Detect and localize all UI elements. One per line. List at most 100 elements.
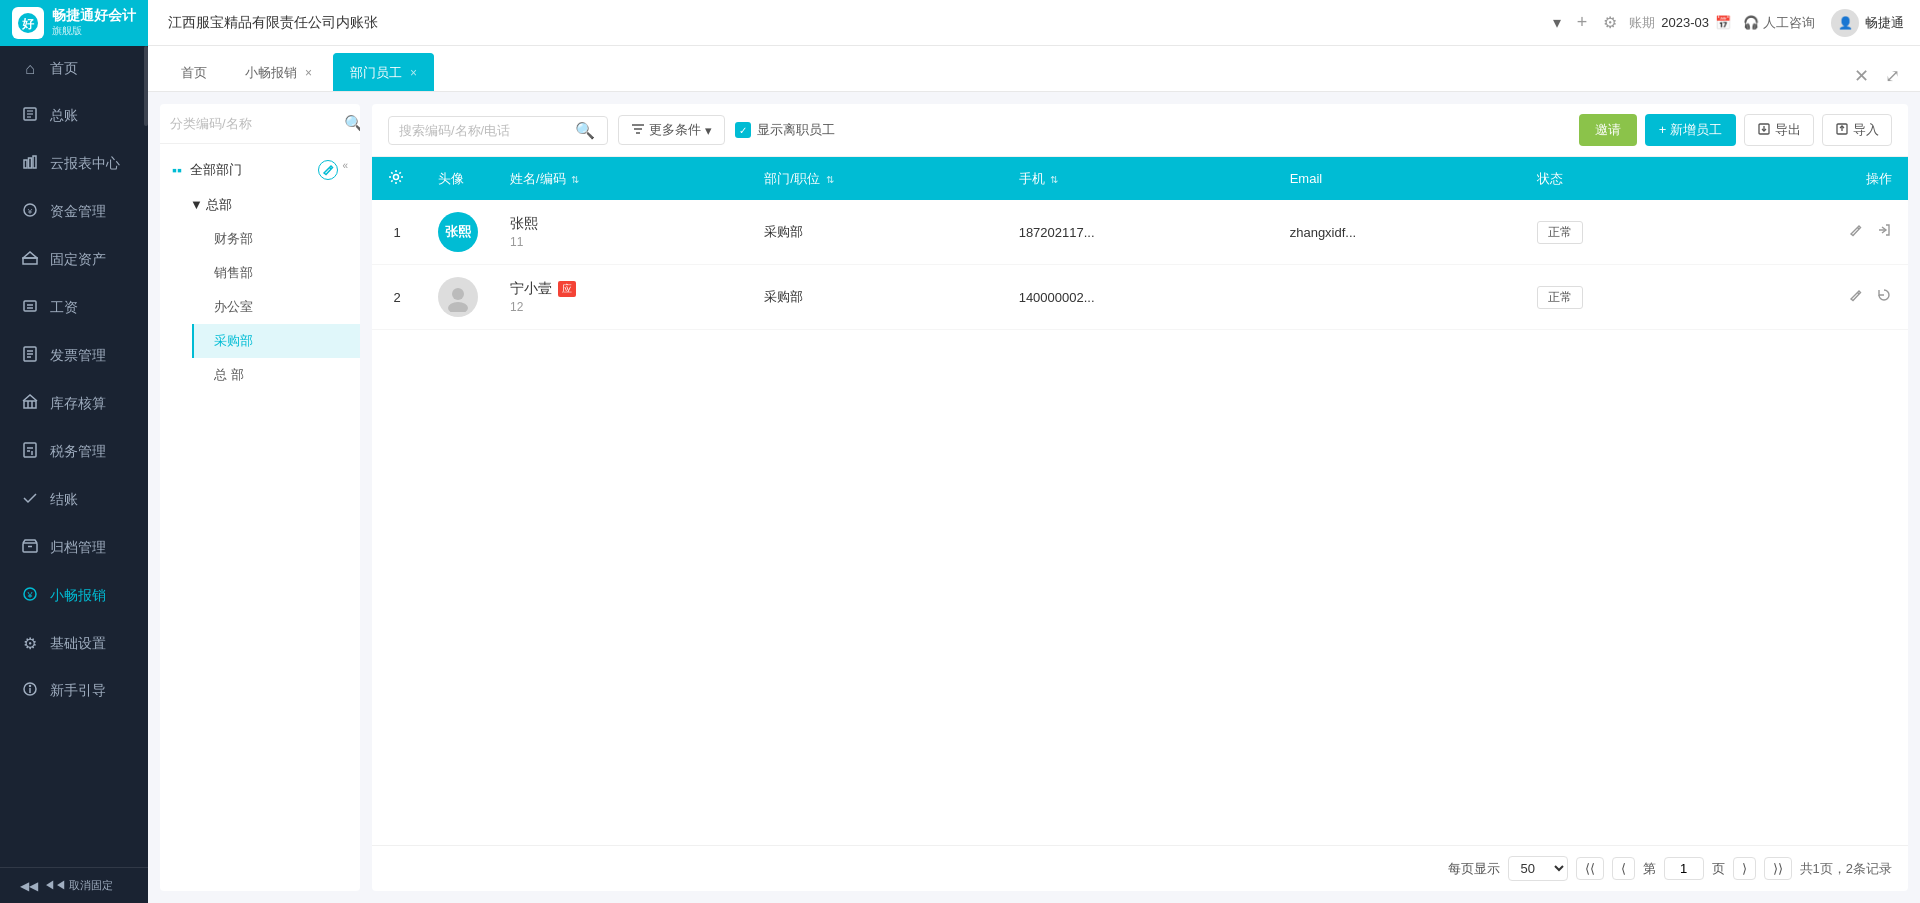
dept-search-input[interactable]	[170, 116, 338, 131]
phone-sort-icon[interactable]: ⇅	[1050, 174, 1058, 185]
next-page-button[interactable]: ⟩	[1733, 857, 1756, 880]
row2-name-cell: 宁小壹 应 12	[494, 265, 748, 330]
top-bar: 好 畅捷通好会计 旗舰版 江西服宝精品有限责任公司内账张 ▾ + ⚙ 账期 20…	[0, 0, 1920, 46]
sidebar-item-assets[interactable]: 固定资产	[0, 236, 148, 284]
th-phone[interactable]: 手机 ⇅	[1003, 157, 1274, 200]
sidebar-item-guide[interactable]: 新手引导	[0, 667, 148, 715]
unpin-icon: ◀◀	[20, 879, 38, 893]
tab-home[interactable]: 首页	[164, 53, 224, 91]
sidebar-item-archive[interactable]: 归档管理	[0, 524, 148, 572]
dept-item-office[interactable]: 办公室	[192, 290, 360, 324]
dept-item-general[interactable]: 总 部	[192, 358, 360, 392]
dept-item-purchase[interactable]: 采购部	[192, 324, 360, 358]
add-company-button[interactable]: +	[1573, 0, 1592, 46]
name-sort-icon[interactable]: ⇅	[571, 174, 579, 185]
th-name[interactable]: 姓名/编码 ⇅	[494, 157, 748, 200]
sidebar-item-invoice[interactable]: 发票管理	[0, 332, 148, 380]
sidebar-item-reports[interactable]: 云报表中心	[0, 140, 148, 188]
export-button[interactable]: 导出	[1744, 114, 1814, 146]
add-employee-button[interactable]: + 新增员工	[1645, 114, 1736, 146]
th-email: Email	[1274, 157, 1521, 200]
tab-employee-label: 部门员工	[350, 64, 402, 82]
window-close-button[interactable]: ✕	[1850, 61, 1873, 91]
tab-expense[interactable]: 小畅报销 ×	[228, 53, 329, 91]
th-status-label: 状态	[1537, 171, 1563, 186]
headset-icon: 🎧	[1743, 15, 1759, 30]
sidebar-item-inventory[interactable]: 库存核算	[0, 380, 148, 428]
refresh-icon[interactable]	[1876, 287, 1892, 307]
first-page-button[interactable]: ⟨⟨	[1576, 857, 1604, 880]
import-button[interactable]: 导入	[1822, 114, 1892, 146]
employee-name: 宁小壹	[510, 280, 552, 298]
head-office-item[interactable]: ▼ 总部	[176, 188, 360, 222]
employee-table: 头像 姓名/编码 ⇅ 部门/职位 ⇅	[372, 157, 1908, 845]
unpin-button[interactable]: ◀◀ ◀◀ 取消固定	[0, 867, 148, 903]
th-avatar-label: 头像	[438, 171, 464, 186]
calendar-icon[interactable]: 📅	[1715, 15, 1731, 30]
sidebar-item-label: 税务管理	[50, 443, 106, 461]
per-page-select[interactable]: 50 10 20 100	[1508, 856, 1568, 881]
window-expand-button[interactable]: ⤢	[1881, 61, 1904, 91]
page-number-input[interactable]	[1664, 857, 1704, 880]
dept-collapse-icon[interactable]: «	[342, 160, 348, 180]
dept-item-sales[interactable]: 销售部	[192, 256, 360, 290]
svg-line-43	[1858, 228, 1860, 230]
employee-data-table: 头像 姓名/编码 ⇅ 部门/职位 ⇅	[372, 157, 1908, 330]
company-dropdown-icon[interactable]: ▾	[1553, 13, 1561, 32]
dept-item-finance[interactable]: 财务部	[192, 222, 360, 256]
per-page-label: 每页显示	[1448, 860, 1500, 878]
svg-rect-8	[33, 156, 36, 168]
export-label: 导出	[1775, 121, 1801, 139]
sidebar-item-label: 工资	[50, 299, 78, 317]
import-label: 导入	[1853, 121, 1879, 139]
logout-icon[interactable]	[1876, 222, 1892, 242]
th-actions-label: 操作	[1866, 171, 1892, 186]
sidebar-item-expense[interactable]: ¥ 小畅报销	[0, 572, 148, 620]
invite-button[interactable]: 邀请	[1579, 114, 1637, 146]
dept-sort-icon[interactable]: ⇅	[826, 174, 834, 185]
logo-icon: 好	[12, 7, 44, 39]
sidebar-item-payroll[interactable]: 工资	[0, 284, 148, 332]
svg-text:好: 好	[21, 17, 35, 31]
svg-marker-12	[23, 252, 37, 258]
sidebar: ⌂ 首页 总账 云报表中心 ¥ 资金管理 固定资产	[0, 46, 148, 903]
column-settings-icon[interactable]	[388, 173, 404, 188]
prev-page-button[interactable]: ⟨	[1612, 857, 1635, 880]
dept-search-icon[interactable]: 🔍	[344, 114, 360, 133]
filter-button[interactable]: 更多条件 ▾	[618, 115, 725, 145]
search-icon[interactable]: 🔍	[575, 121, 595, 140]
tab-employee-close[interactable]: ×	[410, 66, 417, 80]
th-name-label: 姓名/编码	[510, 171, 566, 186]
th-dept[interactable]: 部门/职位 ⇅	[748, 157, 1002, 200]
th-settings[interactable]	[372, 157, 422, 200]
show-resigned-checkbox[interactable]: ✓	[735, 122, 751, 138]
employee-search-input[interactable]	[399, 123, 569, 138]
service-button[interactable]: 🎧 人工咨询	[1743, 14, 1815, 32]
tab-employee[interactable]: 部门员工 ×	[333, 53, 434, 91]
tab-expense-close[interactable]: ×	[305, 66, 312, 80]
th-email-label: Email	[1290, 171, 1323, 186]
sidebar-item-tax[interactable]: 税务管理	[0, 428, 148, 476]
sidebar-item-closing[interactable]: 结账	[0, 476, 148, 524]
settings-icon[interactable]: ⚙	[1603, 13, 1617, 32]
sales-dept-label: 销售部	[214, 265, 253, 280]
sidebar-item-label: 新手引导	[50, 682, 106, 700]
sidebar-item-label: 结账	[50, 491, 78, 509]
employee-dept: 采购部	[764, 224, 803, 239]
sidebar-item-funds[interactable]: ¥ 资金管理	[0, 188, 148, 236]
sidebar-item-home[interactable]: ⌂ 首页	[0, 46, 148, 92]
archive-icon	[20, 538, 40, 558]
user-area[interactable]: 👤 畅捷通	[1831, 9, 1904, 37]
filter-icon	[631, 122, 645, 139]
last-page-button[interactable]: ⟩⟩	[1764, 857, 1792, 880]
row2-email-cell	[1274, 265, 1521, 330]
dept-edit-btn[interactable]	[318, 160, 338, 180]
all-depts-header[interactable]: ▪▪ 全部部门 «	[160, 152, 360, 188]
sidebar-item-settings[interactable]: ⚙ 基础设置	[0, 620, 148, 667]
sidebar-item-ledger[interactable]: 总账	[0, 92, 148, 140]
page-content: 🔍 ▪▪ 全部部门 «	[148, 92, 1920, 903]
edit-icon[interactable]	[1848, 287, 1864, 307]
sidebar-item-label: 固定资产	[50, 251, 106, 269]
edit-icon[interactable]	[1848, 222, 1864, 242]
svg-rect-23	[24, 443, 36, 457]
